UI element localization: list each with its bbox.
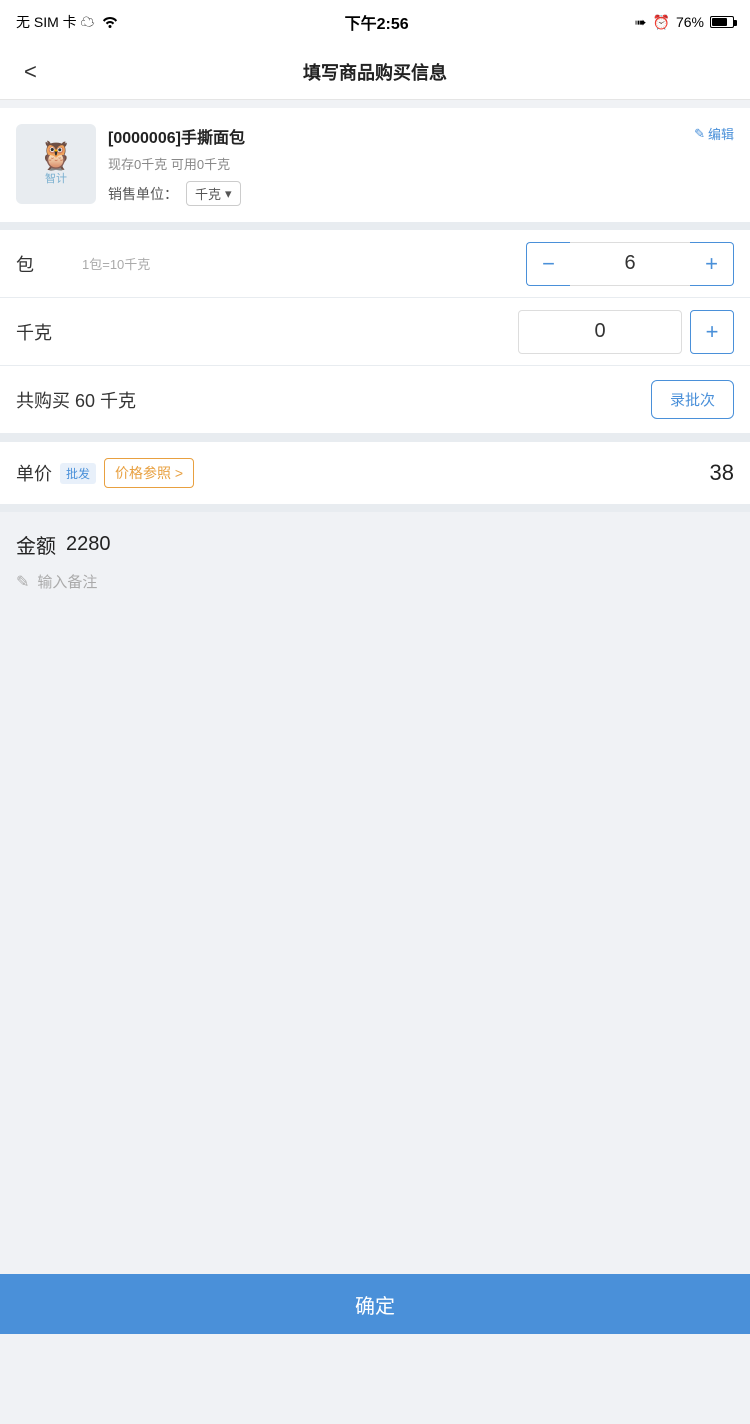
edit-icon: ✎	[694, 126, 705, 142]
logo-text: 智计	[39, 170, 74, 186]
product-thumbnail: 🦉 智计	[16, 124, 96, 204]
amount-row: 金额 2280	[16, 530, 734, 559]
bao-row: 包 1包=10千克 − +	[0, 230, 750, 298]
status-time: 下午2:56	[345, 10, 409, 34]
unit-label-text: 销售单位：	[108, 184, 178, 204]
status-bar: 无 SIM 卡 ☁ 下午2:56 ➠ ⏰ 76%	[0, 0, 750, 44]
sim-label: 无 SIM 卡 ☁	[16, 12, 95, 32]
price-ref-button[interactable]: 价格参照 >	[104, 458, 194, 488]
amount-label: 金额	[16, 530, 56, 559]
kg-label: 千克	[16, 319, 76, 345]
total-label: 共购买 60 千克	[16, 387, 136, 413]
kg-input[interactable]	[518, 310, 682, 354]
kg-row: 千克 +	[0, 298, 750, 366]
note-row[interactable]: ✎ 输入备注	[16, 571, 734, 592]
bao-stepper: − +	[526, 242, 734, 286]
pifa-tag: 批发	[60, 463, 96, 484]
edit-button[interactable]: ✎ 编辑	[694, 124, 734, 143]
price-label: 单价 批发 价格参照 >	[16, 458, 194, 488]
wifi-icon	[101, 14, 119, 31]
product-info: [0000006]手撕面包 现存0千克 可用0千克 销售单位： 千克 ▾	[108, 124, 734, 206]
batch-button[interactable]: 录批次	[651, 380, 734, 419]
battery-icon	[710, 16, 734, 28]
amount-section: 金额 2280 ✎ 输入备注	[0, 512, 750, 604]
nav-bar: < 填写商品购买信息	[0, 44, 750, 100]
bao-plus-button[interactable]: +	[690, 242, 734, 286]
product-stock: 现存0千克 可用0千克	[108, 154, 734, 173]
amount-value: 2280	[66, 533, 111, 556]
logo-owl: 🦉	[39, 142, 74, 170]
status-left: 无 SIM 卡 ☁	[16, 12, 119, 32]
alarm-icon: ⏰	[653, 14, 670, 31]
price-section: 单价 批发 价格参照 > 38	[0, 442, 750, 512]
section-divider-2	[0, 434, 750, 442]
confirm-button[interactable]: 确定	[0, 1274, 750, 1334]
battery-percent: 76%	[676, 14, 704, 30]
page-title: 填写商品购买信息	[303, 59, 447, 85]
bao-minus-button[interactable]: −	[526, 242, 570, 286]
bao-input[interactable]	[570, 242, 690, 286]
bao-sublabel: 1包=10千克	[82, 254, 526, 273]
total-row: 共购买 60 千克 录批次	[0, 366, 750, 434]
pencil-icon: ✎	[16, 572, 29, 592]
bao-label: 包	[16, 251, 76, 277]
input-section: 包 1包=10千克 − + 千克 +	[0, 230, 750, 366]
kg-plus-button[interactable]: +	[690, 310, 734, 354]
chevron-down-icon: ▾	[225, 186, 232, 202]
section-divider-1	[0, 222, 750, 230]
back-button[interactable]: <	[16, 51, 45, 93]
product-unit-row: 销售单位： 千克 ▾	[108, 181, 734, 206]
location-icon: ➠	[635, 14, 647, 31]
unit-select[interactable]: 千克 ▾	[186, 181, 241, 206]
price-value: 38	[710, 460, 734, 486]
product-card: 🦉 智计 [0000006]手撕面包 现存0千克 可用0千克 销售单位： 千克 …	[0, 108, 750, 222]
price-row: 单价 批发 价格参照 > 38	[16, 458, 734, 488]
note-placeholder: 输入备注	[37, 571, 97, 592]
product-name: [0000006]手撕面包	[108, 124, 734, 148]
status-right: ➠ ⏰ 76%	[635, 14, 734, 31]
